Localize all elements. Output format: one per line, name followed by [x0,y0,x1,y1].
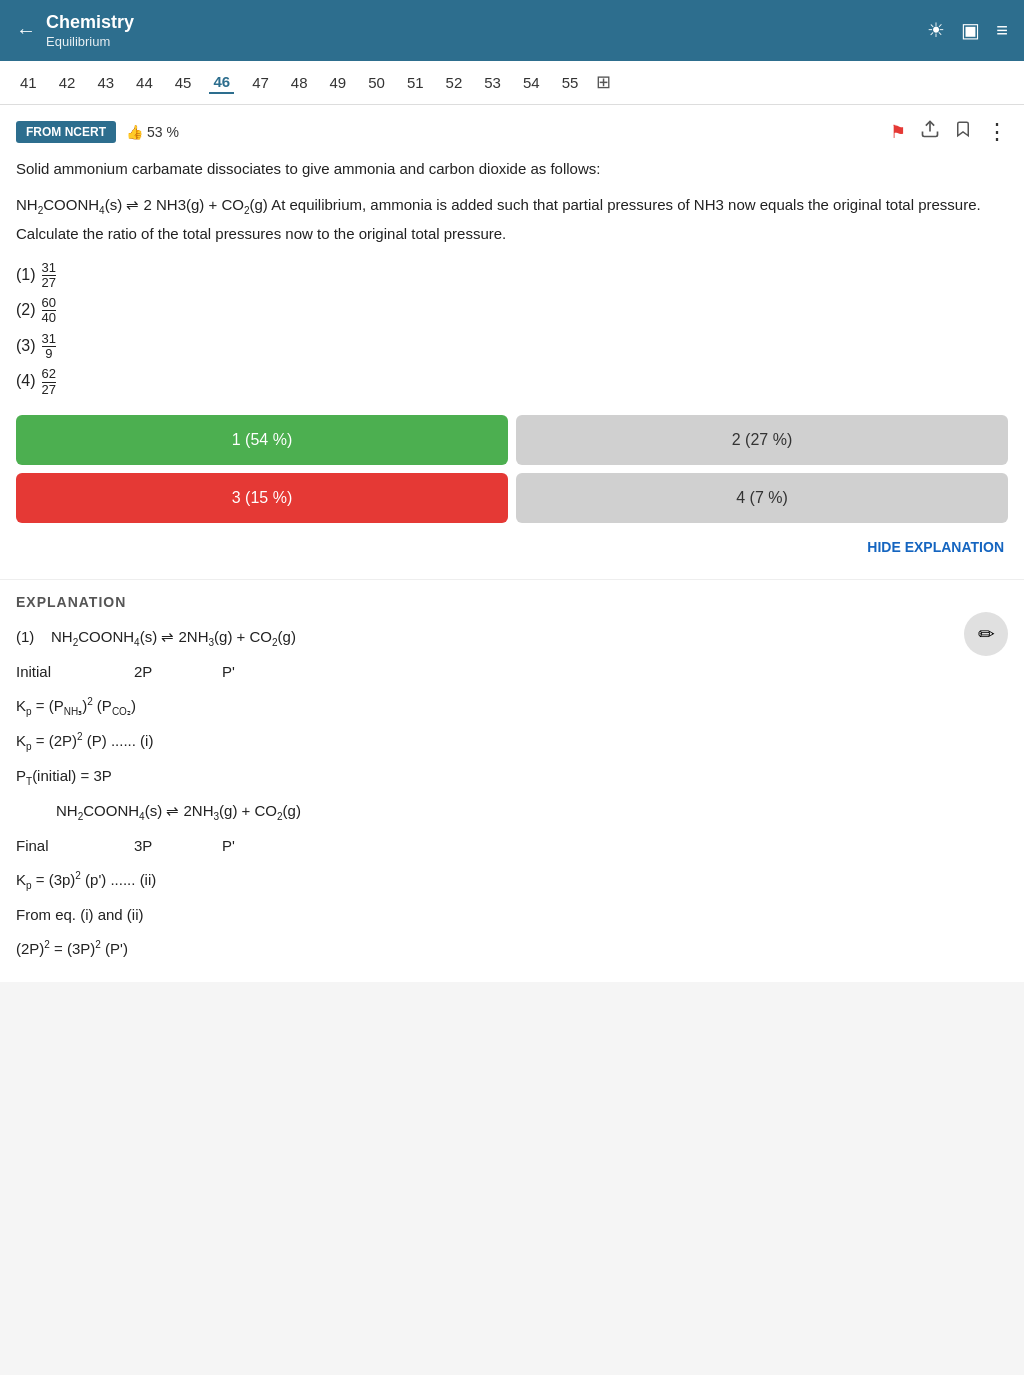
option-2[interactable]: (2) 60 40 [16,296,1008,326]
question-intro: Solid ammonium carbamate dissociates to … [16,157,1008,181]
exp-kp-line3: Kp = (3p)2 (p') ...... (ii) [16,865,1008,896]
option-1[interactable]: (1) 31 27 [16,261,1008,291]
thumbs-up-icon: 👍 [126,124,143,140]
option-1-value: 31 27 [42,261,56,291]
option-1-num: (1) [16,261,36,290]
question-equation: NH2COONH4(s) ⇌ 2 NH3(g) + CO2(g) At equi… [16,191,1008,247]
exp-kp3: Kp = (3p)2 (p') ...... (ii) [16,865,156,896]
exp-line-initial: Initial 2P P' [16,657,1008,687]
tab-53[interactable]: 53 [480,72,505,93]
tab-49[interactable]: 49 [326,72,351,93]
question-tabs-bar: 41 42 43 44 45 46 47 48 49 50 51 52 53 5… [0,61,1024,105]
upload-icon[interactable] [920,119,940,144]
tab-41[interactable]: 41 [16,72,41,93]
header-title-group: Chemistry Equilibrium [46,12,134,49]
like-button[interactable]: 👍 53 % [126,124,179,140]
menu-icon[interactable]: ≡ [996,19,1008,42]
explanation-section: EXPLANATION ✏ (1) NH2COONH4(s) ⇌ 2NH3(g)… [0,579,1024,982]
exp-final-3p: 3P [134,831,214,861]
answer-1-button[interactable]: 1 (54 %) [16,415,508,465]
meta-bar: FROM NCERT 👍 53 % ⚑ ⋮ [16,119,1008,145]
tab-42[interactable]: 42 [55,72,80,93]
option-2-value: 60 40 [42,296,56,326]
exp-final-label: Final [16,831,126,861]
tab-44[interactable]: 44 [132,72,157,93]
exp-pt-initial: PT(initial) = 3P [16,761,1008,792]
option-4-value: 62 27 [42,367,56,397]
header: ← Chemistry Equilibrium ☀ ▣ ≡ [0,0,1024,61]
tab-46[interactable]: 46 [209,71,234,94]
option-4[interactable]: (4) 62 27 [16,367,1008,397]
exp-step-1: (1) NH2COONH4(s) ⇌ 2NH3(g) + CO2(g) [16,622,296,653]
tab-48[interactable]: 48 [287,72,312,93]
exp-initial-p-prime: P' [222,657,235,687]
header-icons: ☀ ▣ ≡ [927,18,1008,42]
exp-kp2: Kp = (2P)2 (P) ...... (i) [16,726,153,757]
options-list: (1) 31 27 (2) 60 40 (3) [16,261,1008,397]
option-3-value: 31 9 [42,332,56,362]
tab-54[interactable]: 54 [519,72,544,93]
answer-2-button[interactable]: 2 (27 %) [516,415,1008,465]
explanation-title: EXPLANATION [16,594,1008,610]
exp-from-eq: From eq. (i) and (ii) [16,900,1008,930]
back-button[interactable]: ← [16,19,36,42]
exp-line-2: NH2COONH4(s) ⇌ 2NH3(g) + CO2(g) [16,796,1008,827]
more-options-icon[interactable]: ⋮ [986,119,1008,145]
grid-view-icon[interactable]: ⊞ [596,71,611,93]
bookmark-solid-icon[interactable]: ▣ [961,18,980,42]
hide-explanation-button[interactable]: HIDE EXPLANATION [16,539,1008,555]
flag-icon[interactable]: ⚑ [890,121,906,143]
ncert-badge: FROM NCERT [16,121,116,143]
tab-43[interactable]: 43 [93,72,118,93]
explanation-content: (1) NH2COONH4(s) ⇌ 2NH3(g) + CO2(g) Init… [16,622,1008,964]
option-3-num: (3) [16,332,36,361]
exp-pt: PT(initial) = 3P [16,761,112,792]
app-title: Chemistry [46,12,134,34]
answer-4-button[interactable]: 4 (7 %) [516,473,1008,523]
exp-final-p-prime: P' [222,831,235,861]
bookmark-icon[interactable] [954,119,972,144]
question-area: FROM NCERT 👍 53 % ⚑ ⋮ [0,105,1024,579]
option-2-num: (2) [16,296,36,325]
exp-final-eq: (2P)2 = (3P)2 (P') [16,934,1008,964]
exp-from-eq-text: From eq. (i) and (ii) [16,900,144,930]
brightness-icon[interactable]: ☀ [927,18,945,42]
option-4-num: (4) [16,367,36,396]
exp-step-2: NH2COONH4(s) ⇌ 2NH3(g) + CO2(g) [56,796,301,827]
exp-kp-line2: Kp = (2P)2 (P) ...... (i) [16,726,1008,757]
tab-55[interactable]: 55 [558,72,583,93]
answer-3-button[interactable]: 3 (15 %) [16,473,508,523]
tab-47[interactable]: 47 [248,72,273,93]
exp-line-1: (1) NH2COONH4(s) ⇌ 2NH3(g) + CO2(g) [16,622,964,653]
exp-initial-label: Initial [16,657,126,687]
exp-initial-2p: 2P [134,657,214,687]
exp-kp-line1: Kp = (PNH₃)2 (PCO₂) [16,691,1008,722]
meta-right: ⚑ ⋮ [890,119,1008,145]
tab-52[interactable]: 52 [442,72,467,93]
exp-final-eq-text: (2P)2 = (3P)2 (P') [16,934,128,964]
meta-left: FROM NCERT 👍 53 % [16,121,179,143]
tab-50[interactable]: 50 [364,72,389,93]
answer-grid: 1 (54 %) 2 (27 %) 3 (15 %) 4 (7 %) [16,415,1008,523]
exp-kp1: Kp = (PNH₃)2 (PCO₂) [16,691,136,722]
like-percent: 53 % [147,124,179,140]
app-subtitle: Equilibrium [46,34,134,49]
tab-45[interactable]: 45 [171,72,196,93]
exp-line-final: Final 3P P' [16,831,1008,861]
tab-51[interactable]: 51 [403,72,428,93]
header-left: ← Chemistry Equilibrium [16,12,134,49]
edit-button[interactable]: ✏ [964,612,1008,656]
option-3[interactable]: (3) 31 9 [16,332,1008,362]
